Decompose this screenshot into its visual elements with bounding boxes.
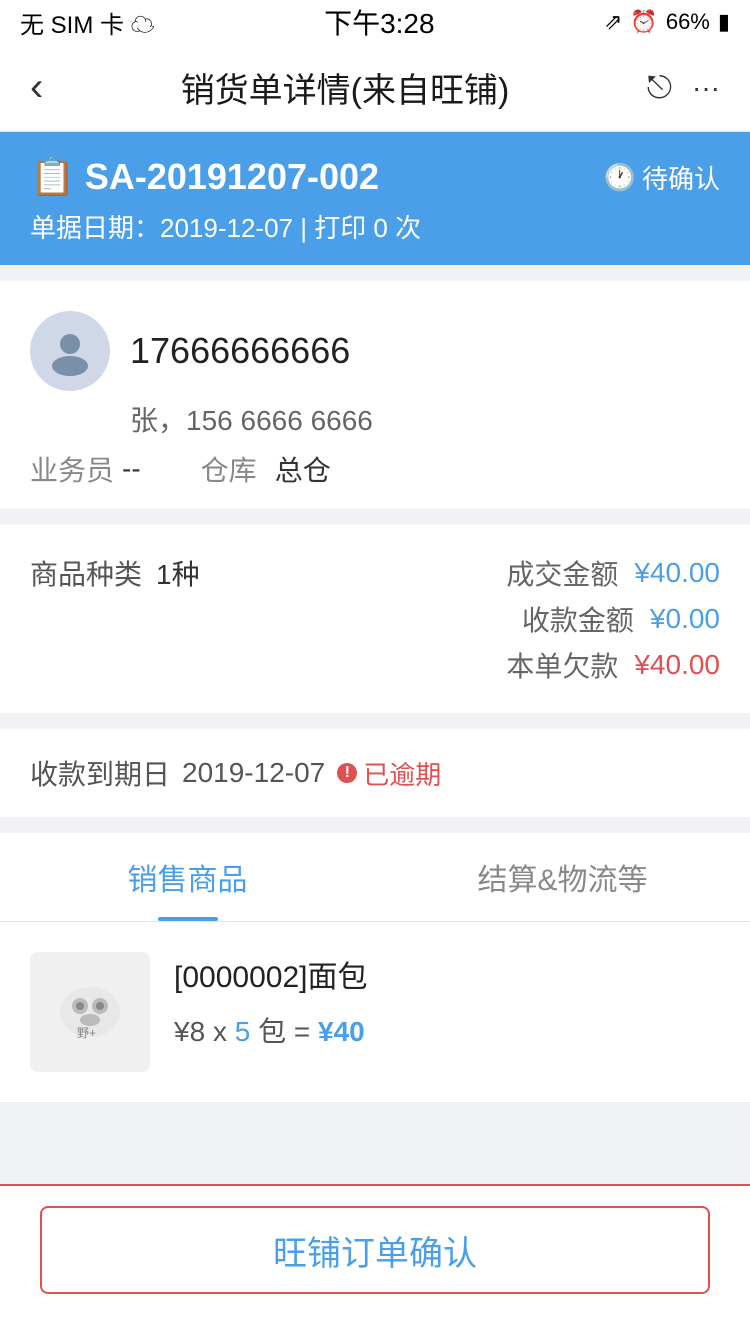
tab-bar: 销售商品 结算&物流等 (0, 833, 750, 922)
due-date-value: 2019-12-07 (182, 757, 325, 789)
product-details: [0000002]面包 ¥8 x 5 包 = ¥40 (174, 952, 720, 1050)
status-bar: 无 SIM 卡 ☁ 下午3:28 ⇗ ⏰ 66% ▮ (0, 0, 750, 44)
battery-label: 66% (666, 9, 710, 35)
svg-text:野+: 野+ (77, 1026, 96, 1040)
customer-phone: 17666666666 (130, 330, 350, 372)
share-icon[interactable]: ⎋ (647, 69, 672, 107)
confirm-button-wrap: 旺铺订单确认 (0, 1184, 750, 1334)
customer-name: 张，156 6666 6666 (30, 399, 720, 439)
product-item: 野+ [0000002]面包 ¥8 x 5 包 = ¥40 (0, 922, 750, 1103)
status-left: 无 SIM 卡 ☁ (20, 5, 155, 40)
product-thumbnail: 野+ (30, 952, 150, 1072)
avatar (30, 311, 110, 391)
product-name: [0000002]面包 (174, 952, 720, 996)
product-list: 野+ [0000002]面包 ¥8 x 5 包 = ¥40 (0, 922, 750, 1103)
overdue-icon: ! (337, 763, 357, 783)
received-amount-row: 收款金额 ¥0.00 (522, 599, 720, 639)
goods-types-value: 1种 (156, 553, 200, 593)
sim-label: 无 SIM 卡 ☁ (20, 5, 155, 40)
due-date-card: 收款到期日 2019-12-07 ! 已逾期 (0, 729, 750, 817)
overdue-badge: ! 已逾期 (337, 755, 441, 792)
salesperson-field: 业务员 -- (30, 449, 141, 489)
order-status: 🕐 待确认 (604, 159, 720, 196)
order-header: 📋 SA-20191207-002 🕐 待确认 单据日期：2019-12-07 … (0, 132, 750, 265)
product-calc: ¥8 x 5 包 = ¥40 (174, 1010, 720, 1050)
due-date-label: 收款到期日 (30, 753, 170, 793)
page-title: 销货单详情(来自旺铺) (181, 63, 510, 112)
customer-card: 17666666666 张，156 6666 6666 业务员 -- 仓库 总仓 (0, 281, 750, 509)
clock-icon: 🕐 (604, 162, 636, 193)
nav-bar: ‹ 销货单详情(来自旺铺) ⎋ ··· (0, 44, 750, 132)
arrears-amount-row: 本单欠款 ¥40.00 (506, 645, 720, 685)
location-icon: ⇗ (604, 9, 622, 35)
tab-products[interactable]: 销售商品 (0, 833, 375, 921)
status-time: 下午3:28 (324, 2, 435, 42)
nav-actions: ⎋ ··· (647, 69, 720, 107)
stats-card: 商品种类 1种 成交金额 ¥40.00 收款金额 ¥0.00 本单欠款 ¥40.… (0, 525, 750, 713)
confirm-button[interactable]: 旺铺订单确认 (40, 1206, 710, 1294)
back-button[interactable]: ‹ (30, 65, 43, 110)
more-icon[interactable]: ··· (692, 72, 720, 104)
order-date: 单据日期：2019-12-07 | 打印 0 次 (30, 208, 720, 245)
order-icon: 📋 (30, 156, 75, 198)
tab-settlement[interactable]: 结算&物流等 (375, 833, 750, 921)
goods-types-label: 商品种类 (30, 553, 142, 593)
alarm-icon: ⏰ (630, 9, 657, 35)
amount-stats: 成交金额 ¥40.00 收款金额 ¥0.00 本单欠款 ¥40.00 (506, 553, 720, 685)
deal-amount-row: 成交金额 ¥40.00 (506, 553, 720, 593)
warehouse-field: 仓库 总仓 (201, 449, 331, 489)
goods-types: 商品种类 1种 (30, 553, 506, 593)
battery-icon: ▮ (718, 9, 730, 35)
status-right: ⇗ ⏰ 66% ▮ (604, 9, 730, 35)
order-id: 📋 SA-20191207-002 (30, 156, 379, 198)
